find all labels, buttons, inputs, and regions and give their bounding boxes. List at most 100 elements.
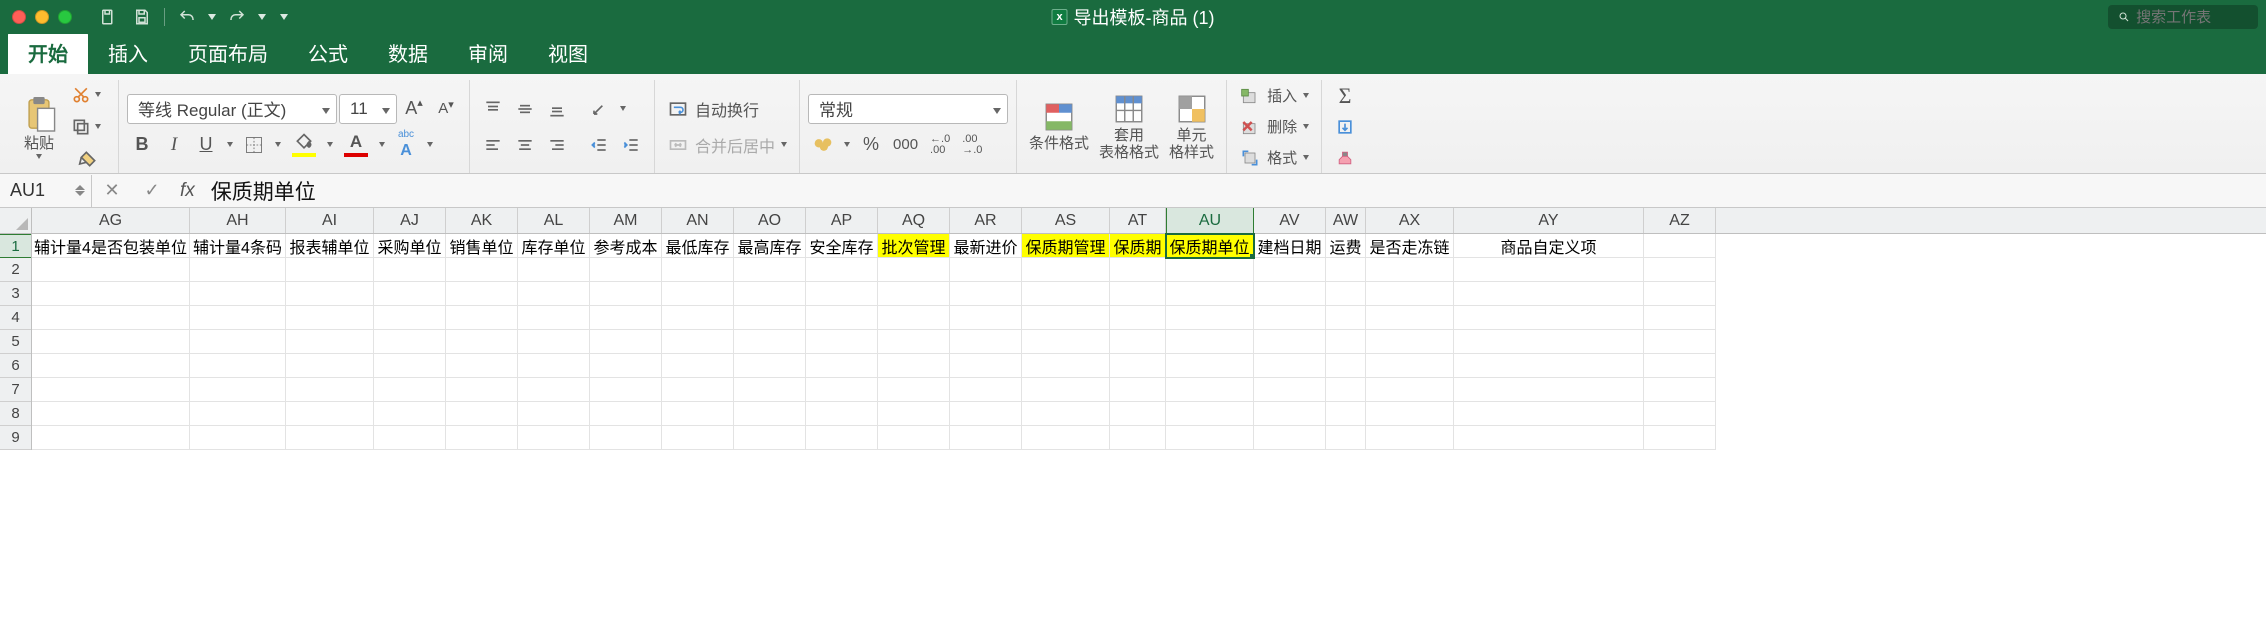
- cell-AV2[interactable]: [1254, 258, 1326, 282]
- cell-AP3[interactable]: [806, 282, 878, 306]
- cell-AW6[interactable]: [1326, 354, 1366, 378]
- cell-AM1[interactable]: 参考成本: [590, 234, 662, 258]
- cell-AI3[interactable]: [286, 282, 374, 306]
- tab-home[interactable]: 开始: [8, 31, 88, 74]
- row-header-4[interactable]: 4: [0, 306, 31, 330]
- cell-AW4[interactable]: [1326, 306, 1366, 330]
- cell-AH6[interactable]: [190, 354, 286, 378]
- cell-AU8[interactable]: [1166, 402, 1254, 426]
- cells-area[interactable]: 辅计量4是否包装单位辅计量4条码报表辅单位采购单位销售单位库存单位参考成本最低库…: [32, 234, 2266, 450]
- font-color-button[interactable]: A: [339, 130, 373, 160]
- cell-AM8[interactable]: [590, 402, 662, 426]
- save-button[interactable]: [128, 6, 156, 28]
- row-header-8[interactable]: 8: [0, 402, 31, 426]
- cell-AJ3[interactable]: [374, 282, 446, 306]
- cell-AG2[interactable]: [32, 258, 190, 282]
- cell-AM5[interactable]: [590, 330, 662, 354]
- cell-AY6[interactable]: [1454, 354, 1644, 378]
- cell-AS3[interactable]: [1022, 282, 1110, 306]
- cell-AH2[interactable]: [190, 258, 286, 282]
- column-header-AZ[interactable]: AZ: [1644, 208, 1716, 233]
- format-as-table-button[interactable]: 套用 表格格式: [1095, 90, 1163, 163]
- cell-AV6[interactable]: [1254, 354, 1326, 378]
- cell-AT5[interactable]: [1110, 330, 1166, 354]
- cell-AQ8[interactable]: [878, 402, 950, 426]
- cell-AI7[interactable]: [286, 378, 374, 402]
- column-header-AO[interactable]: AO: [734, 208, 806, 233]
- fx-label[interactable]: fx: [172, 180, 203, 202]
- cell-AP1[interactable]: 安全库存: [806, 234, 878, 258]
- maximize-window-button[interactable]: [58, 10, 72, 24]
- borders-dropdown[interactable]: [271, 142, 285, 147]
- cell-AX6[interactable]: [1366, 354, 1454, 378]
- cell-AL1[interactable]: 库存单位: [518, 234, 590, 258]
- row-header-1[interactable]: 1: [0, 234, 31, 258]
- underline-dropdown[interactable]: [223, 142, 237, 147]
- cell-AO5[interactable]: [734, 330, 806, 354]
- column-header-AI[interactable]: AI: [286, 208, 374, 233]
- column-header-AU[interactable]: AU: [1166, 208, 1254, 233]
- paste-button[interactable]: 粘贴: [14, 92, 64, 162]
- cell-AR8[interactable]: [950, 402, 1022, 426]
- cell-AH4[interactable]: [190, 306, 286, 330]
- cell-AZ1[interactable]: [1644, 234, 1716, 258]
- cell-AN5[interactable]: [662, 330, 734, 354]
- cell-AV5[interactable]: [1254, 330, 1326, 354]
- cell-AP2[interactable]: [806, 258, 878, 282]
- cell-AK2[interactable]: [446, 258, 518, 282]
- font-size-combo[interactable]: 11: [339, 94, 397, 124]
- cell-AX1[interactable]: 是否走冻链: [1366, 234, 1454, 258]
- cell-AK3[interactable]: [446, 282, 518, 306]
- cell-AU5[interactable]: [1166, 330, 1254, 354]
- fill-button[interactable]: [1330, 112, 1360, 142]
- cell-AJ9[interactable]: [374, 426, 446, 450]
- cell-AL5[interactable]: [518, 330, 590, 354]
- cell-AP8[interactable]: [806, 402, 878, 426]
- cell-AR3[interactable]: [950, 282, 1022, 306]
- cell-AJ6[interactable]: [374, 354, 446, 378]
- cell-AI8[interactable]: [286, 402, 374, 426]
- cell-AW8[interactable]: [1326, 402, 1366, 426]
- cell-AG4[interactable]: [32, 306, 190, 330]
- align-right-button[interactable]: [542, 130, 572, 160]
- cell-AI4[interactable]: [286, 306, 374, 330]
- cell-AO9[interactable]: [734, 426, 806, 450]
- cell-AP9[interactable]: [806, 426, 878, 450]
- cell-AO3[interactable]: [734, 282, 806, 306]
- align-center-button[interactable]: [510, 130, 540, 160]
- bold-button[interactable]: B: [127, 130, 157, 160]
- cell-AQ5[interactable]: [878, 330, 950, 354]
- cell-AX2[interactable]: [1366, 258, 1454, 282]
- cell-AH9[interactable]: [190, 426, 286, 450]
- cell-AY9[interactable]: [1454, 426, 1644, 450]
- cell-AR6[interactable]: [950, 354, 1022, 378]
- select-all-corner[interactable]: [0, 208, 32, 234]
- cell-AY7[interactable]: [1454, 378, 1644, 402]
- insert-cells-button[interactable]: 插入: [1235, 81, 1313, 111]
- cell-AX4[interactable]: [1366, 306, 1454, 330]
- cell-AH5[interactable]: [190, 330, 286, 354]
- increase-font-button[interactable]: A▴: [399, 94, 429, 124]
- column-header-AX[interactable]: AX: [1366, 208, 1454, 233]
- row-header-7[interactable]: 7: [0, 378, 31, 402]
- cell-AZ6[interactable]: [1644, 354, 1716, 378]
- cell-AO6[interactable]: [734, 354, 806, 378]
- row-header-6[interactable]: 6: [0, 354, 31, 378]
- cell-AY1[interactable]: 商品自定义项: [1454, 234, 1644, 258]
- accounting-dropdown[interactable]: [840, 142, 854, 147]
- increase-decimal-button[interactable]: ←.0.00: [925, 130, 955, 160]
- tab-insert[interactable]: 插入: [88, 31, 168, 74]
- undo-button[interactable]: [173, 6, 201, 28]
- cell-AZ4[interactable]: [1644, 306, 1716, 330]
- fill-color-dropdown[interactable]: [323, 142, 337, 147]
- cell-AM4[interactable]: [590, 306, 662, 330]
- cell-AX9[interactable]: [1366, 426, 1454, 450]
- cell-AJ4[interactable]: [374, 306, 446, 330]
- font-color-dropdown[interactable]: [375, 142, 389, 147]
- cell-AU6[interactable]: [1166, 354, 1254, 378]
- cell-AN3[interactable]: [662, 282, 734, 306]
- cut-button[interactable]: [66, 80, 110, 110]
- formula-input[interactable]: [203, 179, 2266, 203]
- cell-AM7[interactable]: [590, 378, 662, 402]
- cell-AZ8[interactable]: [1644, 402, 1716, 426]
